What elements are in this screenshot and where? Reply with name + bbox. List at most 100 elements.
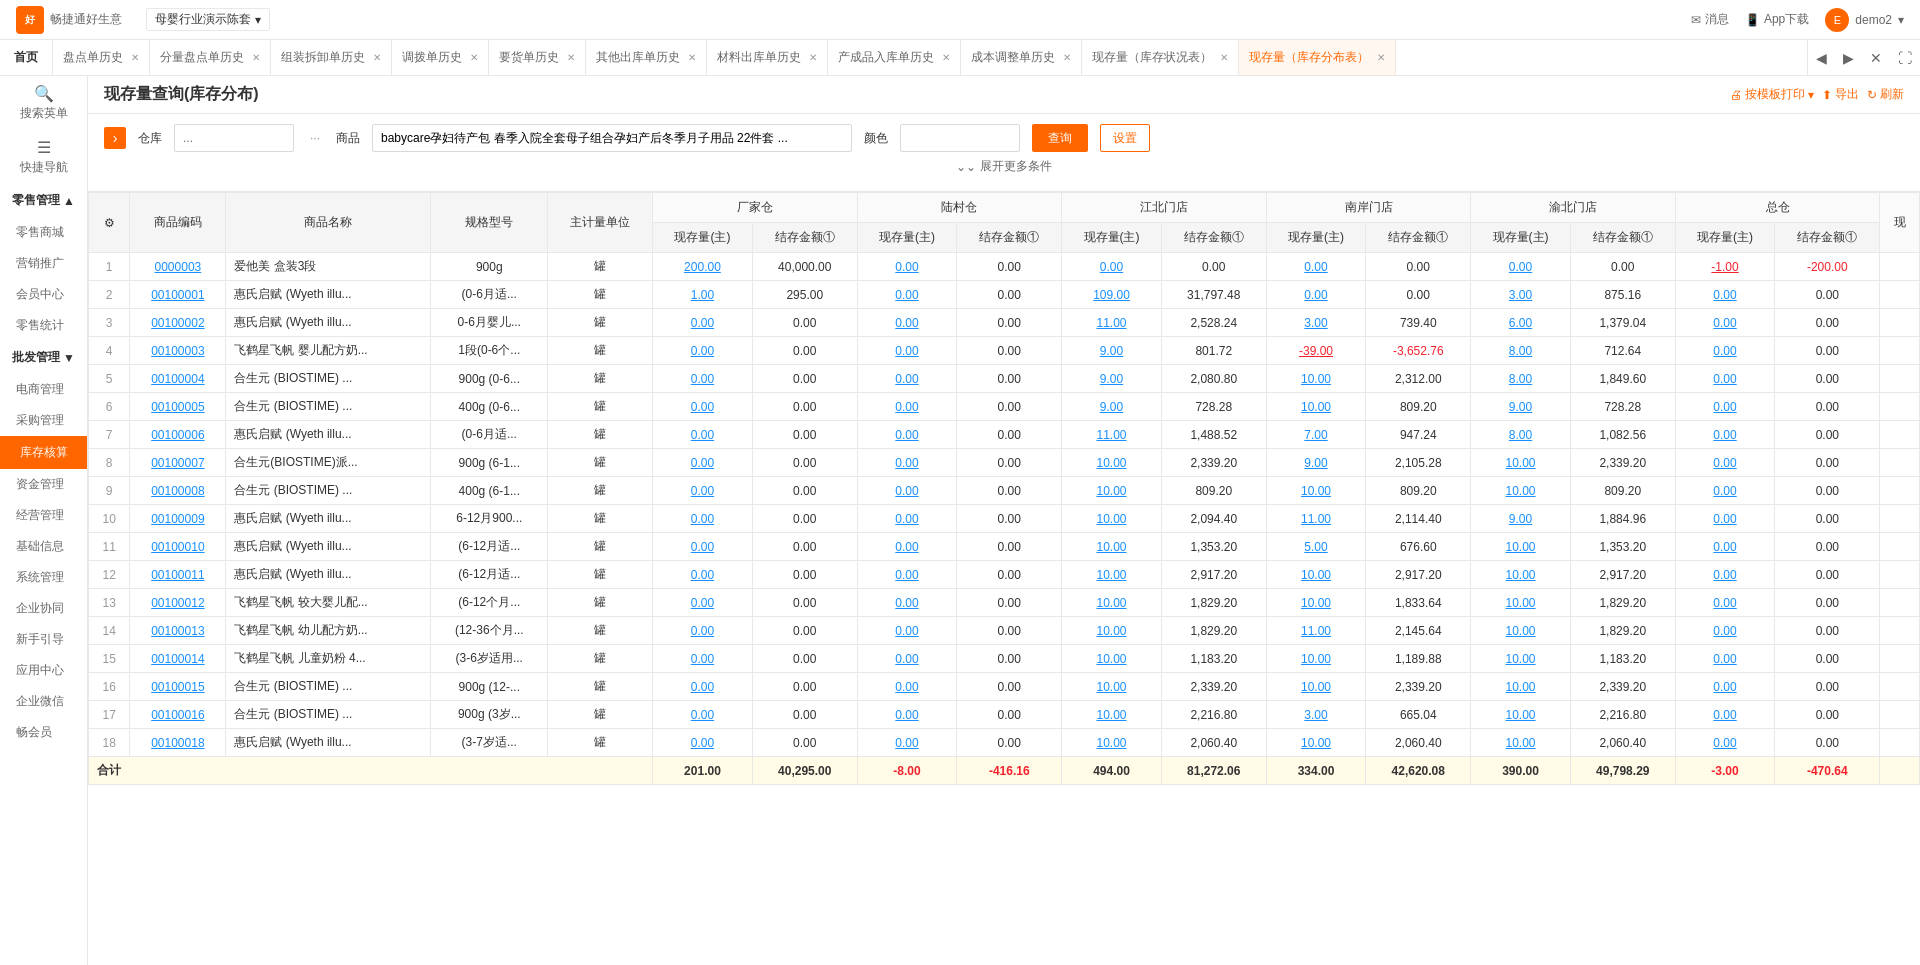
sidebar-item-nav[interactable]: ☰ 快捷导航 [0,130,87,184]
jb-stock[interactable]: 9.00 [1062,393,1162,421]
na-stock[interactable]: -39.00 [1266,337,1366,365]
tabs-next-btn[interactable]: ▶ [1835,40,1862,76]
app-download-btn[interactable]: 📱 App下载 [1745,11,1809,28]
zc-stock[interactable]: 0.00 [1675,645,1775,673]
na-stock[interactable]: 10.00 [1266,589,1366,617]
na-stock[interactable]: 10.00 [1266,365,1366,393]
cj-stock[interactable]: 0.00 [653,533,753,561]
lc-stock[interactable]: 0.00 [857,449,957,477]
zc-stock[interactable]: -1.00 [1675,253,1775,281]
yb-stock[interactable]: 8.00 [1471,365,1571,393]
tab-home[interactable]: 首页 [0,40,53,76]
na-stock[interactable]: 11.00 [1266,505,1366,533]
close-icon[interactable]: ✕ [1063,52,1071,63]
cj-stock[interactable]: 0.00 [653,617,753,645]
close-icon[interactable]: ✕ [942,52,950,63]
product-code[interactable]: 00100012 [130,589,226,617]
product-code[interactable]: 00100004 [130,365,226,393]
sidebar-item-member2[interactable]: 畅会员 [0,717,87,748]
jb-stock[interactable]: 10.00 [1062,505,1162,533]
lc-stock[interactable]: 0.00 [857,281,957,309]
zc-stock[interactable]: 0.00 [1675,505,1775,533]
tab-yaohuo[interactable]: 要货单历史 ✕ [489,40,586,76]
product-code[interactable]: 0000003 [130,253,226,281]
tab-xiancun-fb[interactable]: 现存量（库存分布表） ✕ [1239,40,1396,76]
na-stock[interactable]: 7.00 [1266,421,1366,449]
yb-stock[interactable]: 10.00 [1471,589,1571,617]
cj-stock[interactable]: 200.00 [653,253,753,281]
tab-chengpin[interactable]: 产成品入库单历史 ✕ [828,40,961,76]
close-icon[interactable]: ✕ [131,52,139,63]
yb-stock[interactable]: 10.00 [1471,617,1571,645]
close-icon[interactable]: ✕ [252,52,260,63]
jb-stock[interactable]: 11.00 [1062,309,1162,337]
yb-stock[interactable]: 9.00 [1471,393,1571,421]
product-code[interactable]: 00100005 [130,393,226,421]
yb-stock[interactable]: 10.00 [1471,701,1571,729]
jb-stock[interactable]: 11.00 [1062,421,1162,449]
cj-stock[interactable]: 1.00 [653,281,753,309]
submenu-selector[interactable]: 母婴行业演示陈套 ▾ [146,8,270,31]
cj-stock[interactable]: 0.00 [653,561,753,589]
close-icon[interactable]: ✕ [688,52,696,63]
sidebar-item-search[interactable]: 🔍 搜索英单 [0,76,87,130]
cj-stock[interactable]: 0.00 [653,505,753,533]
close-icon[interactable]: ✕ [470,52,478,63]
tab-chengben[interactable]: 成本调整单历史 ✕ [961,40,1082,76]
product-code[interactable]: 00100016 [130,701,226,729]
jb-stock[interactable]: 10.00 [1062,533,1162,561]
product-code[interactable]: 00100009 [130,505,226,533]
product-code[interactable]: 00100008 [130,477,226,505]
refresh-btn[interactable]: ↻ 刷新 [1867,86,1904,103]
print-btn[interactable]: 🖨 按模板打印 ▾ [1730,86,1814,103]
jb-stock[interactable]: 109.00 [1062,281,1162,309]
sidebar-item-retail[interactable]: 零售管理 ▲ [0,184,87,217]
lc-stock[interactable]: 0.00 [857,589,957,617]
tabs-close-btn[interactable]: ✕ [1862,40,1890,76]
tabs-prev-btn[interactable]: ◀ [1808,40,1835,76]
tab-xiancun-kk[interactable]: 现存量（库存状况表） ✕ [1082,40,1239,76]
user-avatar[interactable]: E demo2 ▾ [1825,8,1904,32]
na-stock[interactable]: 10.00 [1266,673,1366,701]
product-input[interactable] [372,124,852,152]
product-code[interactable]: 00100007 [130,449,226,477]
sidebar-item-apps[interactable]: 应用中心 [0,655,87,686]
zc-stock[interactable]: 0.00 [1675,701,1775,729]
product-code[interactable]: 00100001 [130,281,226,309]
jb-stock[interactable]: 10.00 [1062,645,1162,673]
zc-stock[interactable]: 0.00 [1675,477,1775,505]
tab-fenliang[interactable]: 分量盘点单历史 ✕ [150,40,271,76]
cj-stock[interactable]: 0.00 [653,477,753,505]
zc-stock[interactable]: 0.00 [1675,337,1775,365]
na-stock[interactable]: 11.00 [1266,617,1366,645]
jb-stock[interactable]: 0.00 [1062,253,1162,281]
na-stock[interactable]: 10.00 [1266,477,1366,505]
export-btn[interactable]: ⬆ 导出 [1822,86,1859,103]
cj-stock[interactable]: 0.00 [653,309,753,337]
product-code[interactable]: 00100018 [130,729,226,757]
jb-stock[interactable]: 10.00 [1062,561,1162,589]
zc-stock[interactable]: 0.00 [1675,617,1775,645]
lc-stock[interactable]: 0.00 [857,309,957,337]
lc-stock[interactable]: 0.00 [857,673,957,701]
product-code[interactable]: 00100015 [130,673,226,701]
yb-stock[interactable]: 6.00 [1471,309,1571,337]
na-stock[interactable]: 10.00 [1266,393,1366,421]
jb-stock[interactable]: 10.00 [1062,589,1162,617]
sidebar-item-member[interactable]: 会员中心 [0,279,87,310]
product-code[interactable]: 00100011 [130,561,226,589]
zc-stock[interactable]: 0.00 [1675,533,1775,561]
lc-stock[interactable]: 0.00 [857,365,957,393]
na-stock[interactable]: 5.00 [1266,533,1366,561]
jb-stock[interactable]: 10.00 [1062,729,1162,757]
sidebar-item-operations[interactable]: 经营管理 [0,500,87,531]
yb-stock[interactable]: 8.00 [1471,421,1571,449]
na-stock[interactable]: 3.00 [1266,701,1366,729]
zc-stock[interactable]: 0.00 [1675,729,1775,757]
close-icon[interactable]: ✕ [373,52,381,63]
jb-stock[interactable]: 10.00 [1062,477,1162,505]
tabs-expand-btn[interactable]: ⛶ [1890,40,1920,76]
sidebar-item-inventory[interactable]: 库存核算 [0,436,87,469]
cj-stock[interactable]: 0.00 [653,673,753,701]
lc-stock[interactable]: 0.00 [857,253,957,281]
